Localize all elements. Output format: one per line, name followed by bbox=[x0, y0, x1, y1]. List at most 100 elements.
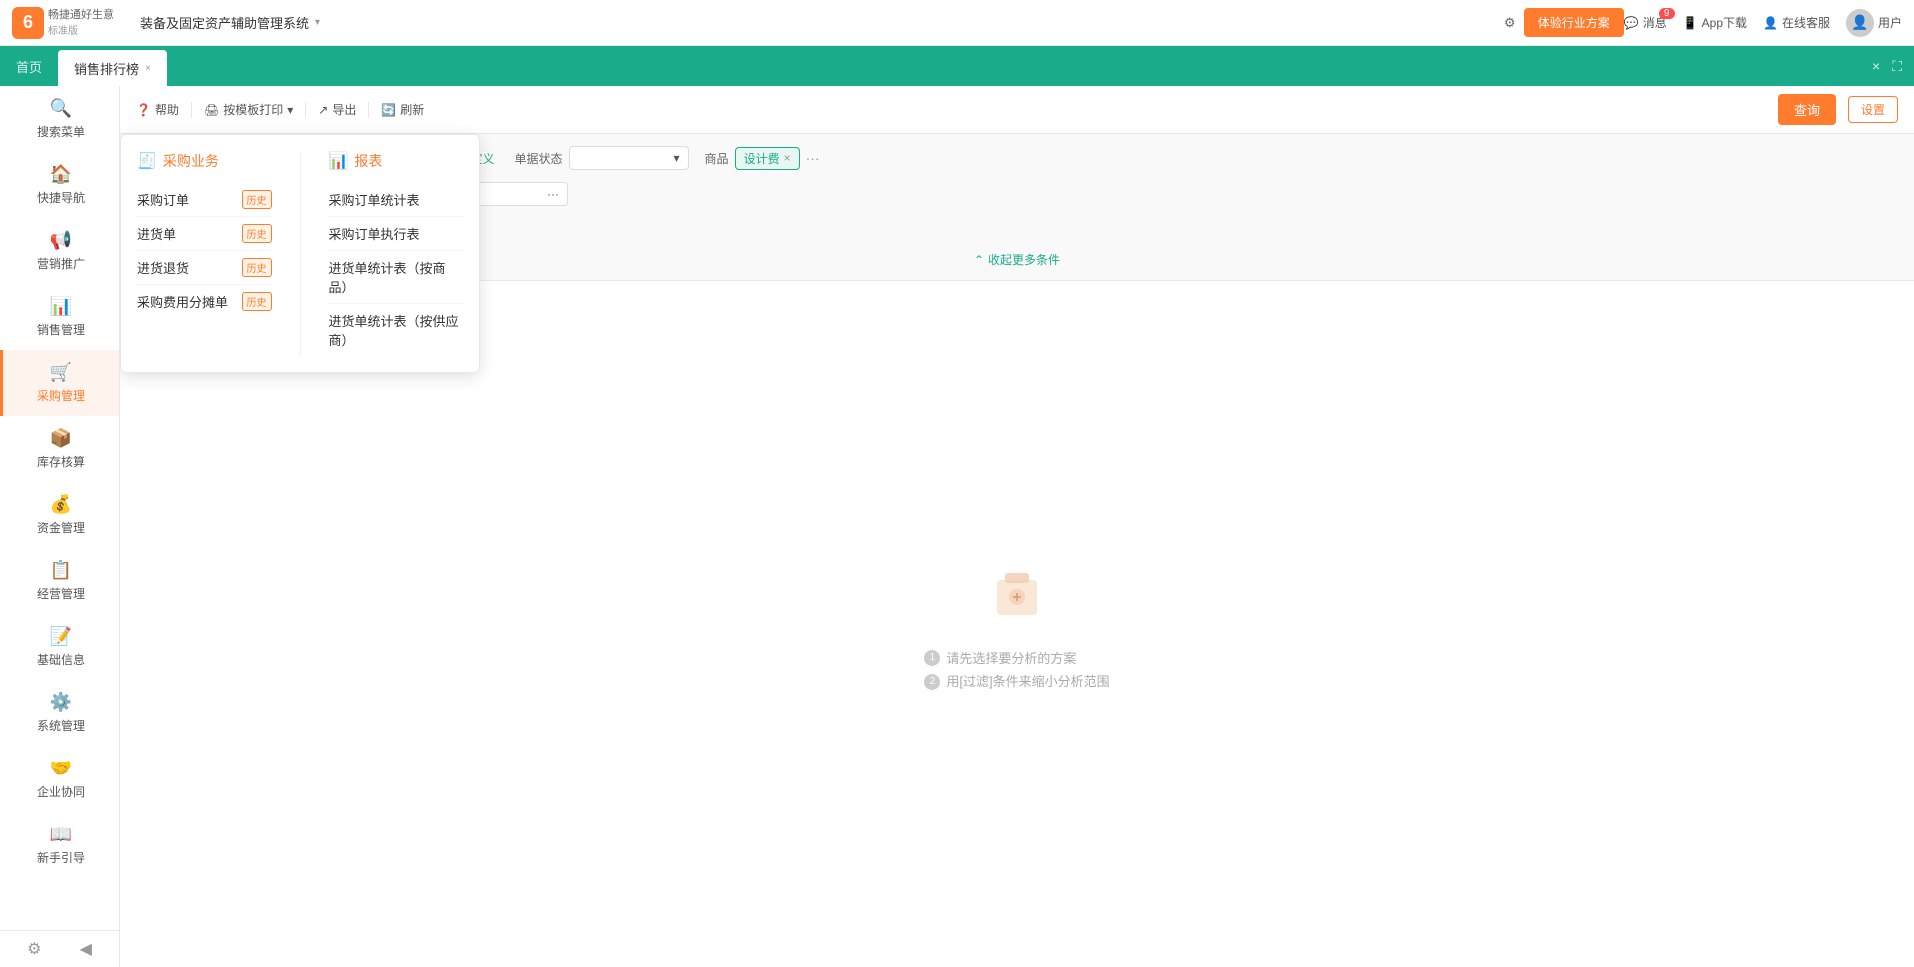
sidebar-item-guide[interactable]: 📖 新手引导 bbox=[0, 812, 119, 878]
sidebar-item-operations[interactable]: 📋 经营管理 bbox=[0, 548, 119, 614]
hist-tag-2: 历史 bbox=[242, 224, 272, 243]
toolbar-sep1 bbox=[191, 102, 192, 118]
sales-icon: 📊 bbox=[50, 296, 72, 317]
empty-state: 1 请先选择要分析的方案 2 用[过滤]条件来缩小分析范围 bbox=[120, 281, 1914, 967]
report-col-icon: 📊 bbox=[329, 151, 349, 171]
tab-home-label: 首页 bbox=[16, 57, 42, 76]
dropdown-item-order-exec[interactable]: 采购订单执行表 bbox=[329, 217, 464, 251]
dropdown-item-inbound-supplier[interactable]: 进货单统计表（按供应商） bbox=[329, 304, 464, 356]
search-icon: 🔍 bbox=[50, 98, 72, 119]
sidebar-label-basicinfo: 基础信息 bbox=[37, 651, 85, 668]
dropdown-divider bbox=[300, 151, 301, 356]
inventory-icon: 📦 bbox=[50, 428, 72, 449]
report-col: 📊 报表 采购订单统计表 采购订单执行表 进货单统计表（按商品） 进货单统计表（… bbox=[329, 151, 464, 356]
purchase-col-title: 🧾 采购业务 bbox=[137, 151, 272, 171]
marketing-icon: 📢 bbox=[50, 230, 72, 251]
tab-sales-rank[interactable]: 销售排行榜 × bbox=[58, 50, 167, 86]
purchase-col: 🧾 采购业务 采购订单 历史 进货单 历史 进货退货 历史 采购费用分摊单 bbox=[137, 151, 272, 356]
basicinfo-icon: 📝 bbox=[50, 626, 72, 647]
sidebar-label-purchase: 采购管理 bbox=[37, 387, 85, 404]
sidebar-item-system[interactable]: ⚙️ 系统管理 bbox=[0, 680, 119, 746]
empty-text: 1 请先选择要分析的方案 2 用[过滤]条件来缩小分析范围 bbox=[924, 647, 1109, 694]
tab-home[interactable]: 首页 bbox=[0, 46, 58, 86]
salesman-dots: ··· bbox=[547, 187, 559, 201]
query-button[interactable]: 查询 bbox=[1778, 94, 1836, 125]
print-icon: 🖨 bbox=[204, 103, 219, 117]
sidebar-label-finance: 资金管理 bbox=[37, 519, 85, 536]
filter-goods: 商品 设计费 × ··· bbox=[705, 147, 820, 170]
purchase-dropdown-popup: 🧾 采购业务 采购订单 历史 进货单 历史 进货退货 历史 采购费用分摊单 bbox=[120, 134, 480, 373]
dropdown-item-purchase-order[interactable]: 采购订单 历史 bbox=[137, 183, 272, 217]
sidebar-item-finance[interactable]: 💰 资金管理 bbox=[0, 482, 119, 548]
toolbar-sep2 bbox=[305, 102, 306, 118]
sidebar-label-search: 搜索菜单 bbox=[37, 123, 85, 140]
collapse-sidebar-icon[interactable]: ◀ bbox=[80, 939, 92, 959]
sidebar-bottom: ⚙ ◀ bbox=[0, 930, 119, 967]
tab-fullscreen-icon[interactable]: ⛶ bbox=[1892, 58, 1902, 75]
home-icon: 🏠 bbox=[50, 164, 72, 185]
sidebar-item-search[interactable]: 🔍 搜索菜单 bbox=[0, 86, 119, 152]
sidebar-label-cooperation: 企业协同 bbox=[37, 783, 85, 800]
online-service-action[interactable]: 👤 在线客服 bbox=[1763, 14, 1830, 31]
dropdown-item-inbound[interactable]: 进货单 历史 bbox=[137, 217, 272, 251]
hist-tag-1: 历史 bbox=[242, 190, 272, 209]
topbar-right: 💬 消息 9 📱 App下载 👤 在线客服 👤 用户 bbox=[1624, 9, 1902, 37]
hist-tag-4: 历史 bbox=[242, 292, 272, 311]
sidebar-item-purchase[interactable]: 🛒 采购管理 bbox=[0, 350, 119, 416]
sidebar-item-cooperation[interactable]: 🤝 企业协同 bbox=[0, 746, 119, 812]
sidebar-label-marketing: 营销推广 bbox=[37, 255, 85, 272]
status-dropdown-icon: ▾ bbox=[674, 151, 680, 165]
toolbar-sep3 bbox=[368, 102, 369, 118]
purchase-col-icon: 🧾 bbox=[137, 151, 157, 171]
sidebar-label-guide: 新手引导 bbox=[37, 849, 85, 866]
sidebar-item-marketing[interactable]: 📢 营销推广 bbox=[0, 218, 119, 284]
tabbar: 首页 销售排行榜 × × ⛶ bbox=[0, 46, 1914, 86]
sidebar-item-quicknav[interactable]: 🏠 快捷导航 bbox=[0, 152, 119, 218]
cooperation-icon: 🤝 bbox=[50, 758, 72, 779]
sidebar-item-sales[interactable]: 📊 销售管理 bbox=[0, 284, 119, 350]
user-action[interactable]: 👤 用户 bbox=[1846, 9, 1902, 37]
hist-tag-3: 历史 bbox=[242, 258, 272, 277]
collapse-up-icon: ⌃ bbox=[974, 253, 984, 267]
phone-icon: 📱 bbox=[1683, 16, 1698, 30]
logo-label: 标准版 bbox=[48, 22, 114, 37]
settings-bottom-icon[interactable]: ⚙ bbox=[27, 939, 41, 959]
sidebar-label-operations: 经营管理 bbox=[37, 585, 85, 602]
sidebar-label-sales: 销售管理 bbox=[37, 321, 85, 338]
topbar-settings-icon[interactable]: ⚙ bbox=[1496, 9, 1524, 37]
messages-action[interactable]: 💬 消息 9 bbox=[1624, 14, 1667, 31]
sidebar: 🔍 搜索菜单 🏠 快捷导航 📢 营销推广 📊 销售管理 🛒 采购管理 📦 库存核… bbox=[0, 86, 120, 967]
system-dropdown-icon[interactable]: ▾ bbox=[315, 17, 320, 28]
help-btn[interactable]: ❓ 帮助 bbox=[136, 101, 179, 118]
goods-tag-close[interactable]: × bbox=[784, 151, 791, 165]
sidebar-label-inventory: 库存核算 bbox=[37, 453, 85, 470]
refresh-icon: 🔄 bbox=[381, 103, 396, 117]
collapse-button[interactable]: ⌃ 收起更多条件 bbox=[974, 251, 1060, 268]
settings-button[interactable]: 设置 bbox=[1848, 96, 1898, 123]
dropdown-item-expense[interactable]: 采购费用分摊单 历史 bbox=[137, 285, 272, 318]
goods-more-icon[interactable]: ··· bbox=[806, 150, 820, 166]
template-print-btn[interactable]: 🖨 按模板打印 ▾ bbox=[204, 101, 293, 118]
status-select[interactable]: ▾ bbox=[569, 146, 689, 170]
messages-badge: 9 bbox=[1659, 8, 1675, 19]
goods-tag: 设计费 × bbox=[735, 147, 800, 170]
filter-status: 单据状态 ▾ bbox=[515, 146, 689, 170]
solution-button[interactable]: 体验行业方案 bbox=[1524, 8, 1624, 37]
app-download-action[interactable]: 📱 App下载 bbox=[1683, 14, 1747, 31]
tab-sales-rank-close[interactable]: × bbox=[145, 63, 151, 74]
sidebar-item-inventory[interactable]: 📦 库存核算 bbox=[0, 416, 119, 482]
report-col-title: 📊 报表 bbox=[329, 151, 464, 171]
user-avatar: 👤 bbox=[1846, 9, 1874, 37]
logo-area: 6 畅捷通好生意 标准版 bbox=[12, 7, 132, 39]
sidebar-label-system: 系统管理 bbox=[37, 717, 85, 734]
dropdown-item-return[interactable]: 进货退货 历史 bbox=[137, 251, 272, 285]
tab-close-all-icon[interactable]: × bbox=[1872, 58, 1880, 75]
sidebar-item-basicinfo[interactable]: 📝 基础信息 bbox=[0, 614, 119, 680]
dropdown-item-inbound-goods[interactable]: 进货单统计表（按商品） bbox=[329, 251, 464, 304]
logo-text: 畅捷通好生意 bbox=[48, 8, 114, 22]
export-btn[interactable]: ↗ 导出 bbox=[318, 101, 356, 118]
dropdown-item-order-stat[interactable]: 采购订单统计表 bbox=[329, 183, 464, 217]
system-name-area: 装备及固定资产辅助管理系统 ▾ bbox=[132, 13, 1496, 32]
refresh-btn[interactable]: 🔄 刷新 bbox=[381, 101, 424, 118]
sidebar-label-quicknav: 快捷导航 bbox=[37, 189, 85, 206]
